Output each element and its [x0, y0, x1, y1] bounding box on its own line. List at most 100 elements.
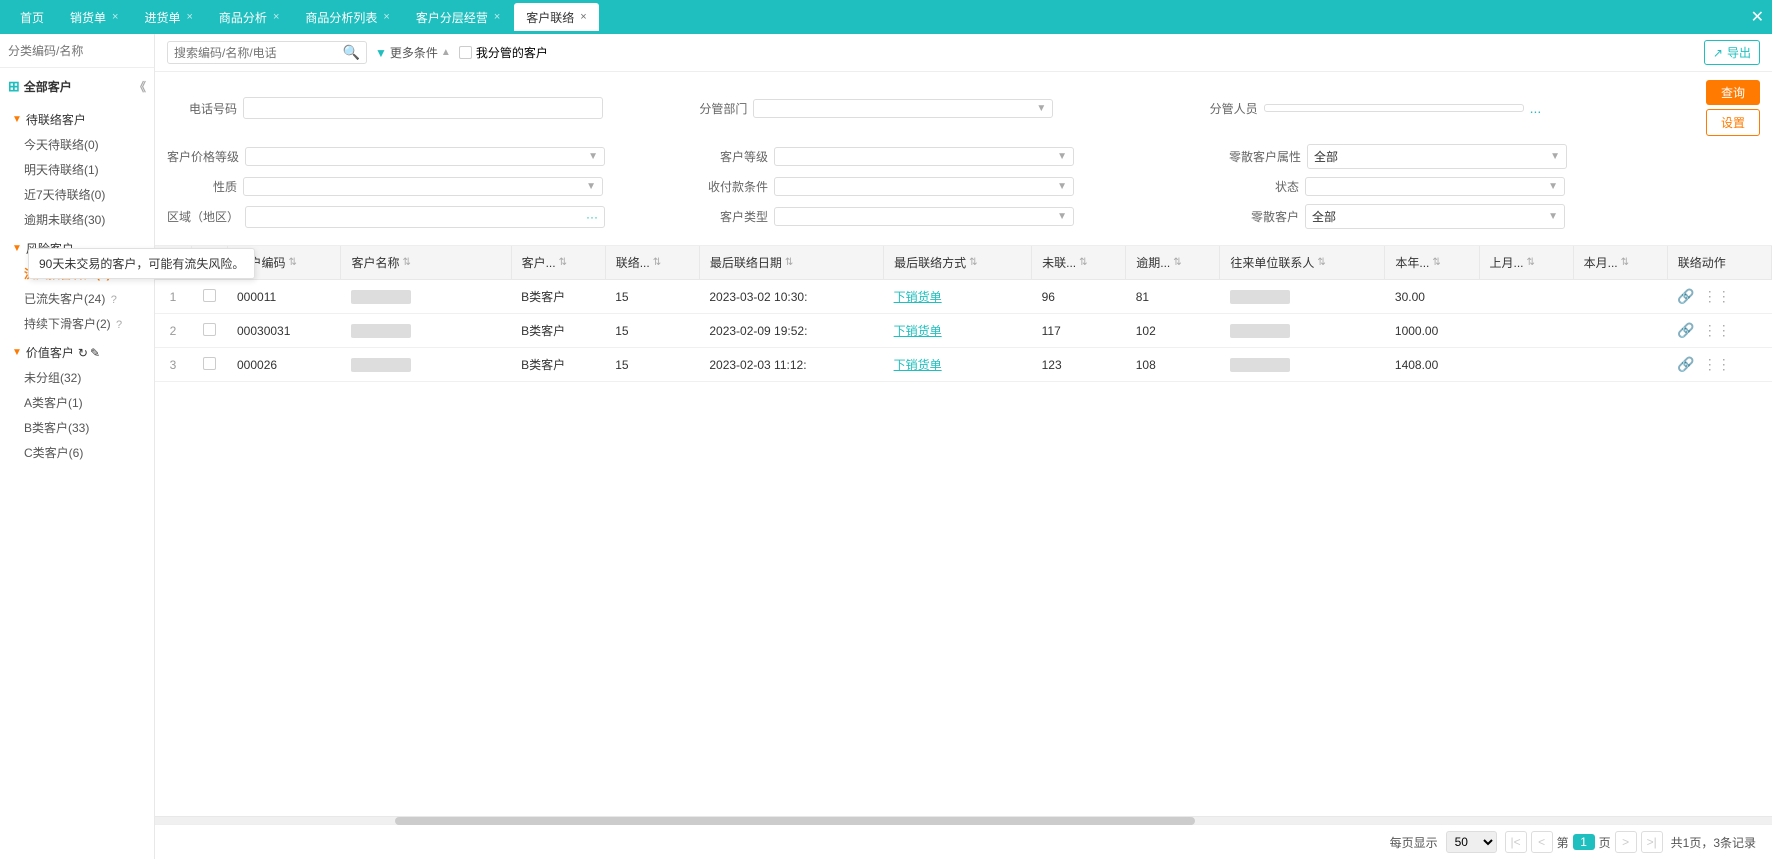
- sort-icon-overdue[interactable]: ⇅: [1173, 257, 1181, 268]
- row-last-method-1[interactable]: 下销货单: [884, 314, 1032, 348]
- row-checkbox-2[interactable]: [191, 348, 227, 382]
- row-num-1: 2: [155, 314, 191, 348]
- pending-group-label: 待联络客户: [26, 111, 86, 128]
- zero-retail-attr-select[interactable]: 全部 ▼: [1307, 144, 1567, 169]
- sidebar-all-customers-title[interactable]: ⊞ 全部客户 《: [0, 72, 154, 101]
- first-page-button[interactable]: |<: [1505, 831, 1527, 853]
- sidebar-group-pending-title[interactable]: ▼ 待联络客户: [0, 107, 154, 132]
- customer-grade-select[interactable]: ▼: [774, 147, 1074, 166]
- more-conditions-button[interactable]: ▼ 更多条件 ▲: [375, 44, 451, 61]
- th-last-method: 最后联络方式 ⇅: [884, 246, 1032, 280]
- my-customers-toggle[interactable]: 我分管的客户: [459, 44, 548, 61]
- phone-input[interactable]: [243, 97, 603, 119]
- price-grade-select[interactable]: ▼: [245, 147, 605, 166]
- tab-goods-analysis-close[interactable]: ×: [273, 11, 279, 23]
- sidebar-item-today[interactable]: 今天待联络(0): [0, 132, 154, 157]
- sidebar-item-declining[interactable]: 持续下滑客户(2) ?: [0, 311, 154, 336]
- sidebar-group-pending: ▼ 待联络客户 今天待联络(0) 明天待联络(1) 近7天待联络(0) 逾期未联…: [0, 105, 154, 234]
- region-select[interactable]: ···: [245, 206, 605, 228]
- action-icon-link-2[interactable]: 🔗: [1677, 356, 1694, 373]
- row-last-month-2: [1479, 348, 1573, 382]
- refresh-icon[interactable]: ↻: [78, 346, 88, 360]
- region-more-dots[interactable]: ···: [586, 210, 598, 224]
- payment-select[interactable]: ▼: [774, 177, 1074, 196]
- gender-select[interactable]: ▼: [243, 177, 603, 196]
- sidebar-search-input[interactable]: [8, 44, 155, 58]
- row-last-method-0[interactable]: 下销货单: [884, 280, 1032, 314]
- sidebar-item-lost[interactable]: 已流失客户(24) ?: [0, 286, 154, 311]
- status-select[interactable]: ▼: [1305, 177, 1565, 196]
- action-icon-more-0[interactable]: ⋮⋮: [1703, 288, 1731, 305]
- row-last-method-2[interactable]: 下销货单: [884, 348, 1032, 382]
- sidebar-group-value-title[interactable]: ▼ 价值客户 ↻ ✎: [0, 340, 154, 365]
- dept-select[interactable]: ▼: [753, 99, 1053, 118]
- toolbar-search-icon[interactable]: 🔍: [343, 44, 360, 61]
- tab-purchase-close[interactable]: ×: [186, 11, 192, 23]
- window-close-button[interactable]: ✕: [1751, 7, 1764, 27]
- sort-icon-contact[interactable]: ⇅: [653, 257, 661, 268]
- sidebar-item-a-class[interactable]: A类客户(1): [0, 390, 154, 415]
- tab-home[interactable]: 首页: [8, 3, 56, 31]
- sort-icon-type[interactable]: ⇅: [559, 257, 567, 268]
- row-last-date-2: 2023-02-03 11:12:: [699, 348, 883, 382]
- sort-icon-code[interactable]: ⇅: [289, 257, 297, 268]
- tab-home-label: 首页: [20, 9, 44, 26]
- next-page-button[interactable]: >: [1615, 831, 1637, 853]
- edit-icon[interactable]: ✎: [90, 346, 100, 360]
- sidebar-collapse-icon[interactable]: 《: [134, 78, 146, 95]
- sidebar-item-overdue[interactable]: 逾期未联络(30): [0, 207, 154, 232]
- tab-sales[interactable]: 销货单 ×: [58, 3, 130, 31]
- sort-icon-cperson[interactable]: ⇅: [1317, 257, 1325, 268]
- sort-icon-date[interactable]: ⇅: [785, 257, 793, 268]
- action-icon-more-2[interactable]: ⋮⋮: [1703, 356, 1731, 373]
- prev-page-button[interactable]: <: [1531, 831, 1553, 853]
- tab-purchase[interactable]: 进货单 ×: [132, 3, 204, 31]
- toolbar-search-input[interactable]: [174, 46, 343, 60]
- row-checkbox-0[interactable]: [191, 280, 227, 314]
- person-select[interactable]: [1264, 104, 1524, 112]
- query-button[interactable]: 查询: [1706, 80, 1760, 105]
- action-icon-link-1[interactable]: 🔗: [1677, 322, 1694, 339]
- sort-icon-lmonth[interactable]: ⇅: [1527, 257, 1535, 268]
- my-customers-checkbox[interactable]: [459, 46, 472, 59]
- tab-sales-close[interactable]: ×: [112, 11, 118, 23]
- chevron-down-icon8: ▼: [1548, 181, 1558, 192]
- tab-goods-analysis[interactable]: 商品分析 ×: [207, 3, 291, 31]
- horizontal-scrollbar[interactable]: [155, 816, 1772, 824]
- tab-customer-tier[interactable]: 客户分层经营 ×: [404, 3, 512, 31]
- sort-icon-nocontact[interactable]: ⇅: [1079, 257, 1087, 268]
- sort-icon-year[interactable]: ⇅: [1432, 257, 1440, 268]
- sidebar-item-7days[interactable]: 近7天待联络(0): [0, 182, 154, 207]
- tab-goods-analysis-list[interactable]: 商品分析列表 ×: [293, 3, 401, 31]
- per-page-select[interactable]: 50 20 100: [1446, 831, 1497, 853]
- sort-icon-name[interactable]: ⇅: [403, 257, 411, 268]
- last-page-button[interactable]: >|: [1641, 831, 1663, 853]
- scrollbar-thumb[interactable]: [395, 817, 1195, 825]
- settings-button[interactable]: 设置: [1706, 109, 1760, 136]
- sidebar-item-b-class[interactable]: B类客户(33): [0, 415, 154, 440]
- zero-retail-attr-value: 全部: [1314, 148, 1338, 165]
- sort-icon-method[interactable]: ⇅: [969, 257, 977, 268]
- row-code-0: 000011: [227, 280, 341, 314]
- tab-purchase-label: 进货单: [144, 9, 180, 26]
- tab-goods-analysis-list-close[interactable]: ×: [383, 11, 389, 23]
- action-icon-link-0[interactable]: 🔗: [1677, 288, 1694, 305]
- zero-retail-select[interactable]: 全部 ▼: [1305, 204, 1565, 229]
- customer-type-select[interactable]: ▼: [774, 207, 1074, 226]
- row-contact-count-2: 15: [605, 348, 699, 382]
- sidebar-item-ungrouped[interactable]: 未分组(32): [0, 365, 154, 390]
- row-type-1: B类客户: [511, 314, 605, 348]
- th-this-year-label: 本年...: [1395, 254, 1429, 271]
- export-button[interactable]: ↗ 导出: [1704, 40, 1760, 65]
- action-icon-more-1[interactable]: ⋮⋮: [1703, 322, 1731, 339]
- row-last-date-1: 2023-02-09 19:52:: [699, 314, 883, 348]
- table-body: 1 000011 B类客户 15 2023-03-02 10:30: 下销货单 …: [155, 280, 1772, 382]
- sort-icon-tmonth[interactable]: ⇅: [1621, 257, 1629, 268]
- person-more-dots[interactable]: ...: [1530, 100, 1542, 116]
- sidebar-item-c-class[interactable]: C类客户(6): [0, 440, 154, 465]
- tab-customer-contact[interactable]: 客户联络 ×: [514, 3, 598, 31]
- tab-customer-contact-close[interactable]: ×: [580, 11, 586, 23]
- row-checkbox-1[interactable]: [191, 314, 227, 348]
- tab-customer-tier-close[interactable]: ×: [494, 11, 500, 23]
- sidebar-item-tomorrow[interactable]: 明天待联络(1): [0, 157, 154, 182]
